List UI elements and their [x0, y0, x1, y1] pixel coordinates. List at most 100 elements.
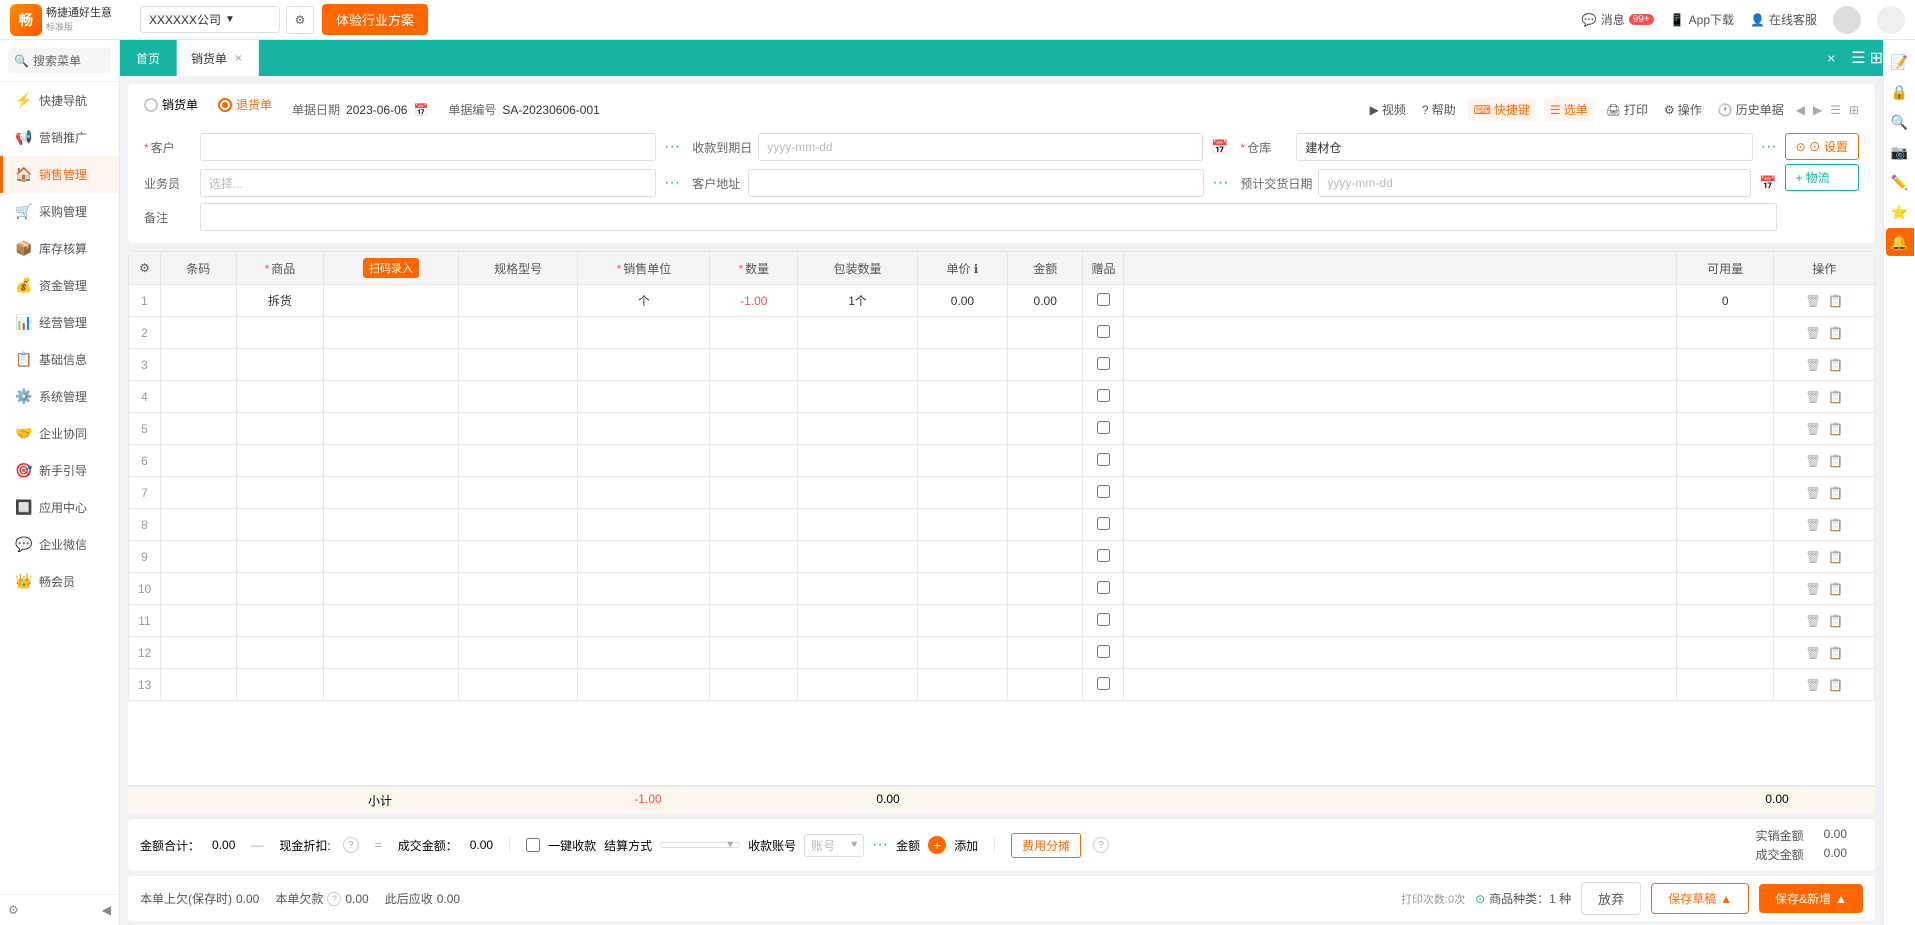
delete-icon[interactable]: 🗑 [1805, 422, 1820, 436]
delete-icon[interactable]: 🗑 [1805, 358, 1820, 372]
logistics-action-button[interactable]: + 物流 [1785, 164, 1859, 191]
row-qty[interactable] [710, 637, 798, 669]
row-unit-price[interactable] [917, 317, 1007, 349]
delete-icon[interactable]: 🗑 [1805, 390, 1820, 404]
delete-icon[interactable]: 🗑 [1805, 678, 1820, 692]
list-view-icon[interactable]: ☰ [1830, 103, 1841, 117]
doc-num-value[interactable]: SA-20230606-001 [502, 103, 599, 117]
scan-button[interactable]: 扫码录入 [363, 258, 419, 278]
app-download-button[interactable]: 📱 App下载 [1670, 11, 1734, 28]
row-barcode[interactable] [161, 477, 237, 509]
row-barcode[interactable] [161, 637, 237, 669]
sidebar-item-wechat[interactable]: 💬 企业微信 [0, 526, 119, 563]
warehouse-input[interactable]: 建材仓 [1296, 133, 1752, 161]
delete-icon[interactable]: 🗑 [1805, 518, 1820, 532]
copy-icon[interactable]: 📋 [1828, 422, 1843, 436]
tab-close-far-icon[interactable]: × [1815, 50, 1847, 66]
operations-button[interactable]: ⚙ 操作 [1660, 99, 1706, 120]
row-amount[interactable] [1007, 541, 1083, 573]
row-qty[interactable] [710, 413, 798, 445]
row-amount[interactable] [1007, 477, 1083, 509]
tab-view-list-icon[interactable]: ☰ [1851, 48, 1865, 68]
tab-home[interactable]: 首页 [120, 40, 177, 76]
row-unit-price[interactable] [917, 381, 1007, 413]
sidebar-item-system[interactable]: ⚙️ 系统管理 [0, 378, 119, 415]
row-qty[interactable] [710, 445, 798, 477]
row-spec[interactable] [458, 445, 578, 477]
copy-icon[interactable]: 📋 [1828, 646, 1843, 660]
sidebar-item-appstore[interactable]: 🔲 应用中心 [0, 489, 119, 526]
row-unit-price[interactable] [917, 637, 1007, 669]
row-pack-qty[interactable] [798, 573, 918, 605]
radio-sale-order[interactable]: 销货单 [144, 96, 198, 113]
row-qty[interactable] [710, 509, 798, 541]
row-spec[interactable] [458, 541, 578, 573]
row-pack-qty[interactable] [798, 605, 918, 637]
tab-view-grid-icon[interactable]: ⊞ [1870, 48, 1883, 68]
copy-icon[interactable]: 📋 [1828, 390, 1843, 404]
sidebar-item-operations[interactable]: 📊 经营管理 [0, 304, 119, 341]
row-spec[interactable] [458, 477, 578, 509]
sidebar-item-quick-nav[interactable]: ⚡ 快捷导航 [0, 82, 119, 119]
row-pack-qty[interactable]: 1个 [798, 285, 918, 317]
row-gift-checkbox[interactable] [1083, 669, 1124, 701]
settings-button[interactable]: ⚙ [286, 6, 314, 34]
row-barcode[interactable] [161, 381, 237, 413]
row-qty[interactable] [710, 541, 798, 573]
row-unit-price[interactable] [917, 509, 1007, 541]
delete-icon[interactable]: 🗑 [1805, 582, 1820, 596]
row-product[interactable]: 拆货 [236, 285, 324, 317]
row-barcode[interactable] [161, 573, 237, 605]
sidebar-item-member[interactable]: 👑 畅会员 [0, 563, 119, 600]
row-barcode[interactable] [161, 509, 237, 541]
help-icon[interactable]: ? [343, 837, 359, 853]
row-unit[interactable] [578, 541, 710, 573]
row-gift-checkbox[interactable] [1083, 445, 1124, 477]
row-barcode[interactable] [161, 285, 237, 317]
row-gift-checkbox[interactable] [1083, 573, 1124, 605]
help-button[interactable]: ? 帮助 [1418, 99, 1460, 120]
row-unit[interactable]: 个 [578, 285, 710, 317]
grid-view-icon[interactable]: ⊞ [1849, 103, 1859, 117]
sidebar-item-sales[interactable]: 🏠 销售管理 [0, 156, 119, 193]
sidebar-item-purchase[interactable]: 🛒 采购管理 [0, 193, 119, 230]
row-amount[interactable] [1007, 669, 1083, 701]
right-icon-search[interactable]: 🔍 [1886, 108, 1914, 136]
addr-dots-icon[interactable]: ··· [1212, 174, 1228, 192]
copy-icon[interactable]: 📋 [1828, 582, 1843, 596]
customer-dots-icon[interactable]: ··· [664, 138, 680, 156]
copy-icon[interactable]: 📋 [1828, 678, 1843, 692]
row-gift-checkbox[interactable] [1083, 605, 1124, 637]
row-unit-price[interactable] [917, 573, 1007, 605]
row-product[interactable] [236, 573, 324, 605]
row-barcode[interactable] [161, 605, 237, 637]
row-barcode[interactable] [161, 317, 237, 349]
row-product[interactable] [236, 381, 324, 413]
customer-addr-input[interactable] [748, 169, 1204, 197]
row-product[interactable] [236, 349, 324, 381]
row-qty[interactable] [710, 349, 798, 381]
row-unit[interactable] [578, 573, 710, 605]
due-date-cal-icon[interactable]: 📅 [1211, 139, 1228, 156]
row-gift-checkbox[interactable] [1083, 349, 1124, 381]
row-spec[interactable] [458, 669, 578, 701]
right-icon-camera[interactable]: 📷 [1886, 138, 1914, 166]
row-gift-checkbox[interactable] [1083, 509, 1124, 541]
row-product[interactable] [236, 669, 324, 701]
print-button[interactable]: 🖨 打印 [1602, 99, 1652, 120]
row-product[interactable] [236, 413, 324, 445]
row-spec[interactable] [458, 413, 578, 445]
row-barcode[interactable] [161, 669, 237, 701]
save-draft-button[interactable]: 保存草稿 ▲ [1651, 883, 1749, 914]
video-button[interactable]: ▶ 视频 [1366, 99, 1410, 120]
row-unit[interactable] [578, 381, 710, 413]
row-barcode[interactable] [161, 413, 237, 445]
row-gift-checkbox[interactable] [1083, 285, 1124, 317]
search-menu-button[interactable]: 🔍 搜索菜单 [8, 48, 111, 73]
history-button[interactable]: 🕐 历史单据 [1714, 99, 1788, 120]
row-product[interactable] [236, 637, 324, 669]
salesperson-dots-icon[interactable]: ··· [664, 174, 680, 192]
row-unit[interactable] [578, 413, 710, 445]
copy-icon[interactable]: 📋 [1828, 614, 1843, 628]
row-barcode[interactable] [161, 445, 237, 477]
